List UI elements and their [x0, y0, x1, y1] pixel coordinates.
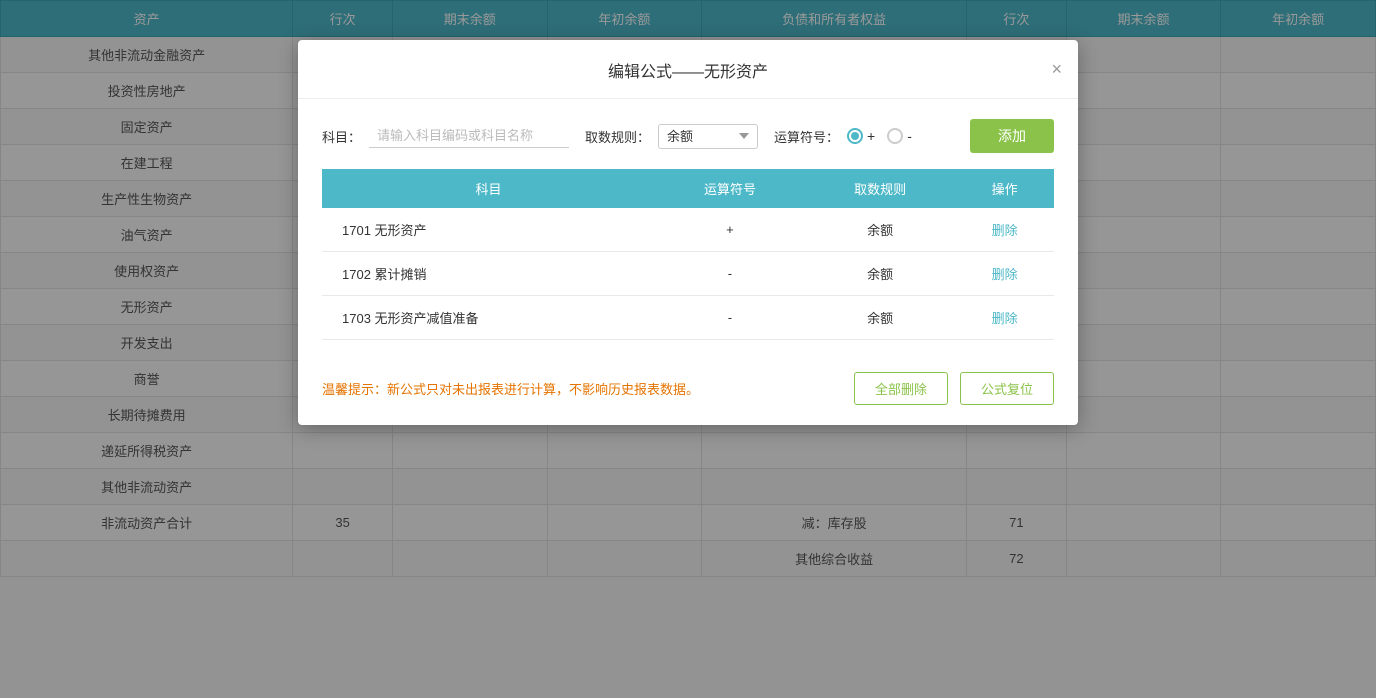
operator-radio-group: + - [847, 128, 912, 144]
formula-row: 1703 无形资产减值准备-余额 删除 [322, 296, 1054, 340]
radio-minus[interactable]: - [887, 128, 912, 144]
modal-header: 编辑公式——无形资产 × [298, 40, 1078, 99]
formula-action: 删除 [955, 252, 1054, 296]
delete-row-button[interactable]: 删除 [992, 220, 1018, 239]
radio-plus-label: + [867, 128, 875, 144]
add-button[interactable]: 添加 [970, 119, 1054, 153]
formula-fetch-rule: 余额 [805, 252, 955, 296]
formula-table: 科目 运算符号 取数规则 操作 1701 无形资产+余额删除1702 累计摊销-… [322, 169, 1054, 340]
fetch-rule-group: 取数规则： 余额 借方发生额 贷方发生额 借方余额 贷方余额 [585, 124, 758, 149]
radio-minus-label: - [907, 128, 912, 144]
formula-operator: - [655, 296, 805, 340]
formula-operator: + [655, 208, 805, 252]
subject-group: 科目： [322, 124, 569, 148]
fetch-rule-select-wrap: 余额 借方发生额 贷方发生额 借方余额 贷方余额 [658, 124, 758, 149]
footer-tip: 温馨提示：新公式只对未出报表进行计算，不影响历史报表数据。 [322, 379, 699, 398]
footer-buttons: 全部删除 公式复位 [854, 372, 1054, 405]
modal-footer: 温馨提示：新公式只对未出报表进行计算，不影响历史报表数据。 全部删除 公式复位 [298, 356, 1078, 425]
formula-row: 1701 无形资产+余额 删除 [322, 208, 1054, 252]
formula-form: 科目： 取数规则： 余额 借方发生额 贷方发生额 借方余额 贷方余额 运算符号： [298, 99, 1078, 169]
fetch-rule-label: 取数规则： [585, 127, 650, 146]
modal-overlay: 编辑公式——无形资产 × 科目： 取数规则： 余额 借方发生额 贷方发生额 借方… [0, 0, 1376, 698]
formula-table-wrap: 科目 运算符号 取数规则 操作 1701 无形资产+余额删除1702 累计摊销-… [298, 169, 1078, 356]
reset-formula-button[interactable]: 公式复位 [960, 372, 1054, 405]
radio-minus-circle [887, 128, 903, 144]
delete-row-button[interactable]: 删除 [992, 264, 1018, 283]
table-header-row: 科目 运算符号 取数规则 操作 [322, 169, 1054, 208]
formula-operator: - [655, 252, 805, 296]
subject-input[interactable] [369, 124, 569, 148]
col-operator: 运算符号 [655, 169, 805, 208]
formula-action: 删除 [955, 296, 1054, 340]
formula-action: 删除 [955, 208, 1054, 252]
operator-label: 运算符号： [774, 127, 839, 146]
modal-close-button[interactable]: × [1051, 60, 1062, 78]
formula-subject: 1703 无形资产减值准备 [322, 296, 655, 340]
footer-tip-text: 温馨提示：新公式只对未出报表进行计算，不影响历史报表数据。 [322, 382, 699, 397]
modal-title: 编辑公式——无形资产 [608, 58, 768, 82]
fetch-rule-select[interactable]: 余额 借方发生额 贷方发生额 借方余额 贷方余额 [658, 124, 758, 149]
col-action: 操作 [955, 169, 1054, 208]
formula-subject: 1701 无形资产 [322, 208, 655, 252]
radio-plus-circle [847, 128, 863, 144]
col-subject: 科目 [322, 169, 655, 208]
subject-label: 科目： [322, 127, 361, 146]
delete-all-button[interactable]: 全部删除 [854, 372, 948, 405]
formula-subject: 1702 累计摊销 [322, 252, 655, 296]
formula-row: 1702 累计摊销-余额 删除 [322, 252, 1054, 296]
radio-plus[interactable]: + [847, 128, 875, 144]
formula-fetch-rule: 余额 [805, 208, 955, 252]
formula-fetch-rule: 余额 [805, 296, 955, 340]
edit-formula-modal: 编辑公式——无形资产 × 科目： 取数规则： 余额 借方发生额 贷方发生额 借方… [298, 40, 1078, 425]
operator-group: 运算符号： + - [774, 127, 912, 146]
col-fetch-rule: 取数规则 [805, 169, 955, 208]
delete-row-button[interactable]: 删除 [992, 308, 1018, 327]
